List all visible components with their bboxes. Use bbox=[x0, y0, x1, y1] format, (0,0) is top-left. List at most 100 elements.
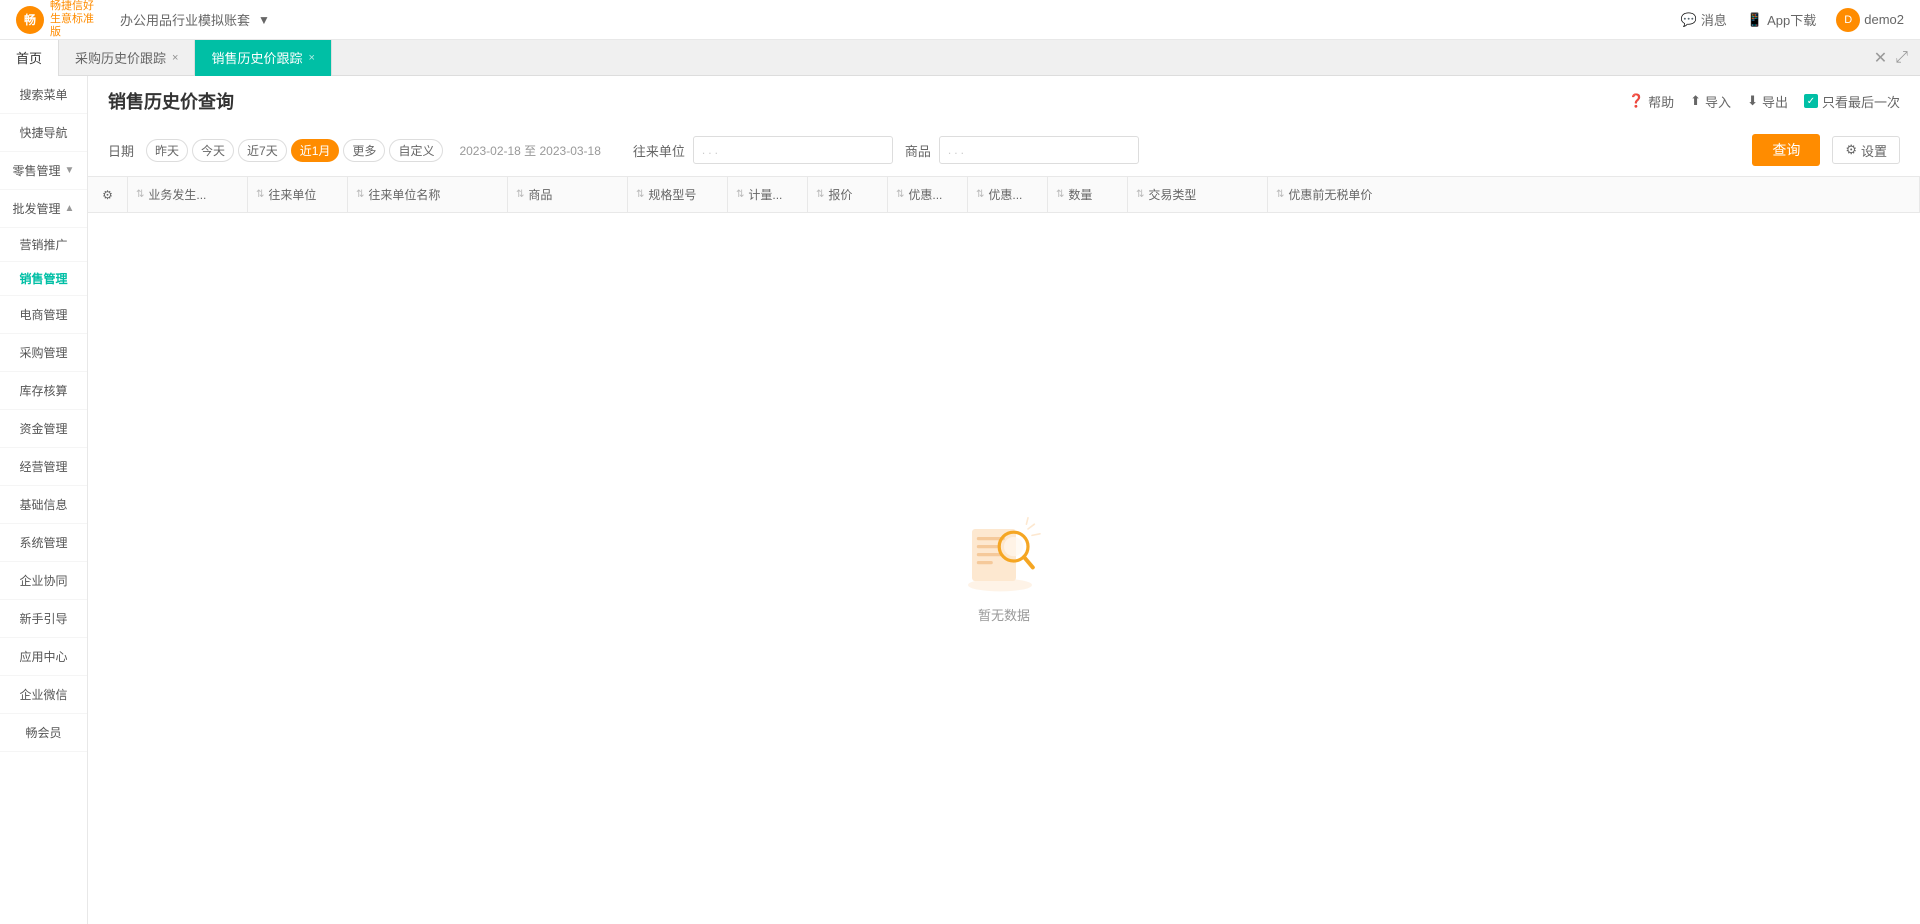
sidebar-item-marketing[interactable]: 营销推广 bbox=[0, 228, 87, 262]
from-unit-dots: ... bbox=[702, 143, 721, 157]
from-unit-input[interactable]: ... bbox=[693, 136, 893, 164]
sidebar-item-inventory[interactable]: 库存核算 bbox=[0, 372, 87, 410]
th-discount-notax[interactable]: ⇅ 优惠前无税单价 bbox=[1268, 177, 1920, 212]
th-from-unit[interactable]: ⇅ 往来单位 bbox=[248, 177, 348, 212]
th-price[interactable]: ⇅ 报价 bbox=[808, 177, 888, 212]
sidebar-membership-label: 畅会员 bbox=[25, 724, 61, 741]
close-window-button[interactable]: ✕ bbox=[1874, 48, 1887, 68]
empty-illustration bbox=[954, 513, 1054, 593]
sidebar-item-corp-wechat[interactable]: 企业微信 bbox=[0, 676, 87, 714]
th-settings[interactable]: ⚙ bbox=[88, 177, 128, 212]
sort-icon-trade: ⇅ bbox=[1136, 189, 1144, 200]
th-unit-label: 计量... bbox=[748, 186, 782, 203]
date-btn-custom[interactable]: 自定义 bbox=[389, 139, 443, 162]
tab-purchase-history[interactable]: 采购历史价跟踪 × bbox=[59, 40, 195, 76]
tab-sales-label: 销售历史价跟踪 bbox=[211, 48, 302, 67]
th-trade-type[interactable]: ⇅ 交易类型 bbox=[1128, 177, 1268, 212]
page-title: 销售历史价查询 bbox=[108, 88, 234, 114]
sort-icon-disc-rate: ⇅ bbox=[896, 189, 904, 200]
page-title-row: 销售历史价查询 ❓ 帮助 ⬆ 导入 ⬇ 导出 ✓ bbox=[108, 88, 1900, 114]
action-buttons: 查询 bbox=[1752, 134, 1820, 166]
expand-window-button[interactable]: ⤢ bbox=[1895, 49, 1908, 67]
tab-sales-close[interactable]: × bbox=[308, 52, 314, 64]
sidebar-search-label: 搜索菜单 bbox=[19, 86, 67, 103]
th-discount-notax-label: 优惠前无税单价 bbox=[1288, 186, 1372, 203]
sidebar-item-base-info[interactable]: 基础信息 bbox=[0, 486, 87, 524]
message-item[interactable]: 💬 消息 bbox=[1681, 10, 1727, 29]
filter-row: 日期 昨天 今天 近7天 近1月 更多 自定义 2023-02-18 至 202… bbox=[108, 124, 1900, 176]
retail-expand-icon: ▼ bbox=[65, 165, 75, 176]
sidebar-item-finance[interactable]: 资金管理 bbox=[0, 410, 87, 448]
date-btn-last7[interactable]: 近7天 bbox=[238, 139, 287, 162]
sidebar-finance-label: 资金管理 bbox=[19, 420, 67, 437]
th-from-unit-name[interactable]: ⇅ 往来单位名称 bbox=[348, 177, 508, 212]
settings-col-icon: ⚙ bbox=[102, 188, 113, 202]
sidebar-item-purchase[interactable]: 采购管理 bbox=[0, 334, 87, 372]
sidebar-item-ecomm[interactable]: 电商管理 bbox=[0, 296, 87, 334]
sidebar-item-new-guide[interactable]: 新手引导 bbox=[0, 600, 87, 638]
tab-sales-history[interactable]: 销售历史价跟踪 × bbox=[195, 40, 331, 76]
th-product[interactable]: ⇅ 商品 bbox=[508, 177, 628, 212]
sidebar-item-quick-nav[interactable]: 快捷导航 bbox=[0, 114, 87, 152]
logo-area: 畅 畅捷信好生意标准版 bbox=[16, 0, 100, 39]
sidebar-item-app-center[interactable]: 应用中心 bbox=[0, 638, 87, 676]
sidebar-item-retail-mgmt[interactable]: 零售管理 ▼ bbox=[0, 152, 87, 190]
main-layout: 搜索菜单 快捷导航 零售管理 ▼ 批发管理 ▲ 营销推广 销售管理 电商管理 采… bbox=[0, 76, 1920, 924]
message-icon: 💬 bbox=[1681, 12, 1697, 28]
sort-icon-price: ⇅ bbox=[816, 189, 824, 200]
sidebar-item-enterprise[interactable]: 企业协同 bbox=[0, 562, 87, 600]
tab-purchase-close[interactable]: × bbox=[172, 52, 178, 64]
table-header: ⚙ ⇅ 业务发生... ⇅ 往来单位 ⇅ 往来单位名称 ⇅ 商品 bbox=[88, 177, 1920, 213]
sort-icon-unit: ⇅ bbox=[736, 189, 744, 200]
date-btn-last1m[interactable]: 近1月 bbox=[291, 139, 340, 162]
export-button[interactable]: ⬇ 导出 bbox=[1747, 92, 1788, 111]
query-button[interactable]: 查询 bbox=[1752, 134, 1820, 166]
tab-home[interactable]: 首页 bbox=[0, 40, 59, 76]
logo-text: 畅捷信好生意标准版 bbox=[50, 0, 100, 39]
sidebar-item-wholesale-mgmt[interactable]: 批发管理 ▲ bbox=[0, 190, 87, 228]
th-biz-date[interactable]: ⇅ 业务发生... bbox=[128, 177, 248, 212]
from-unit-filter: 往来单位 ... bbox=[633, 136, 893, 164]
only-last-checkbox[interactable]: ✓ 只看最后一次 bbox=[1804, 92, 1900, 111]
date-btn-yesterday[interactable]: 昨天 bbox=[146, 139, 188, 162]
settings-area: ⚙ 设置 bbox=[1832, 136, 1900, 164]
import-button[interactable]: ⬆ 导入 bbox=[1690, 92, 1731, 111]
th-discount-rate[interactable]: ⇅ 优惠... bbox=[888, 177, 968, 212]
logo-icon: 畅 bbox=[16, 6, 44, 34]
table-area: ⚙ ⇅ 业务发生... ⇅ 往来单位 ⇅ 往来单位名称 ⇅ 商品 bbox=[88, 177, 1920, 924]
sidebar-ecomm-label: 电商管理 bbox=[19, 306, 67, 323]
sidebar-wholesale-label: 批发管理 bbox=[13, 200, 61, 217]
th-from-unit-label: 往来单位 bbox=[268, 186, 316, 203]
import-label: 导入 bbox=[1705, 92, 1731, 111]
th-discount-rate-label: 优惠... bbox=[908, 186, 942, 203]
dropdown-icon[interactable]: ▼ bbox=[258, 13, 270, 27]
date-btn-today[interactable]: 今天 bbox=[192, 139, 234, 162]
page-header: 销售历史价查询 ❓ 帮助 ⬆ 导入 ⬇ 导出 ✓ bbox=[88, 76, 1920, 177]
sidebar-enterprise-label: 企业协同 bbox=[19, 572, 67, 589]
date-btn-more[interactable]: 更多 bbox=[343, 139, 385, 162]
export-icon: ⬇ bbox=[1747, 93, 1758, 109]
tab-purchase-label: 采购历史价跟踪 bbox=[75, 48, 166, 67]
sort-icon-product: ⇅ bbox=[516, 189, 524, 200]
sidebar-item-membership[interactable]: 畅会员 bbox=[0, 714, 87, 752]
app-download-item[interactable]: 📱 App下载 bbox=[1747, 10, 1816, 29]
th-trade-type-label: 交易类型 bbox=[1148, 186, 1196, 203]
product-input[interactable]: ... bbox=[939, 136, 1139, 164]
th-discount-amt[interactable]: ⇅ 优惠... bbox=[968, 177, 1048, 212]
th-unit[interactable]: ⇅ 计量... bbox=[728, 177, 808, 212]
th-qty[interactable]: ⇅ 数量 bbox=[1048, 177, 1128, 212]
sort-icon-spec: ⇅ bbox=[636, 189, 644, 200]
th-spec[interactable]: ⇅ 规格型号 bbox=[628, 177, 728, 212]
help-button[interactable]: ❓ 帮助 bbox=[1628, 92, 1674, 111]
settings-button[interactable]: ⚙ 设置 bbox=[1832, 136, 1900, 164]
checkbox-checked-icon: ✓ bbox=[1804, 94, 1818, 108]
sidebar-item-sys-mgmt[interactable]: 系统管理 bbox=[0, 524, 87, 562]
content-area: 销售历史价查询 ❓ 帮助 ⬆ 导入 ⬇ 导出 ✓ bbox=[88, 76, 1920, 924]
sidebar-item-sales-mgmt[interactable]: 销售管理 bbox=[0, 262, 87, 296]
sidebar-item-ops[interactable]: 经营管理 bbox=[0, 448, 87, 486]
sidebar-baseinfo-label: 基础信息 bbox=[19, 496, 67, 513]
empty-text: 暂无数据 bbox=[978, 605, 1030, 624]
sidebar-item-search-menu[interactable]: 搜索菜单 bbox=[0, 76, 87, 114]
window-controls: ✕ ⤢ bbox=[1862, 48, 1920, 68]
user-area[interactable]: D demo2 bbox=[1836, 8, 1904, 32]
